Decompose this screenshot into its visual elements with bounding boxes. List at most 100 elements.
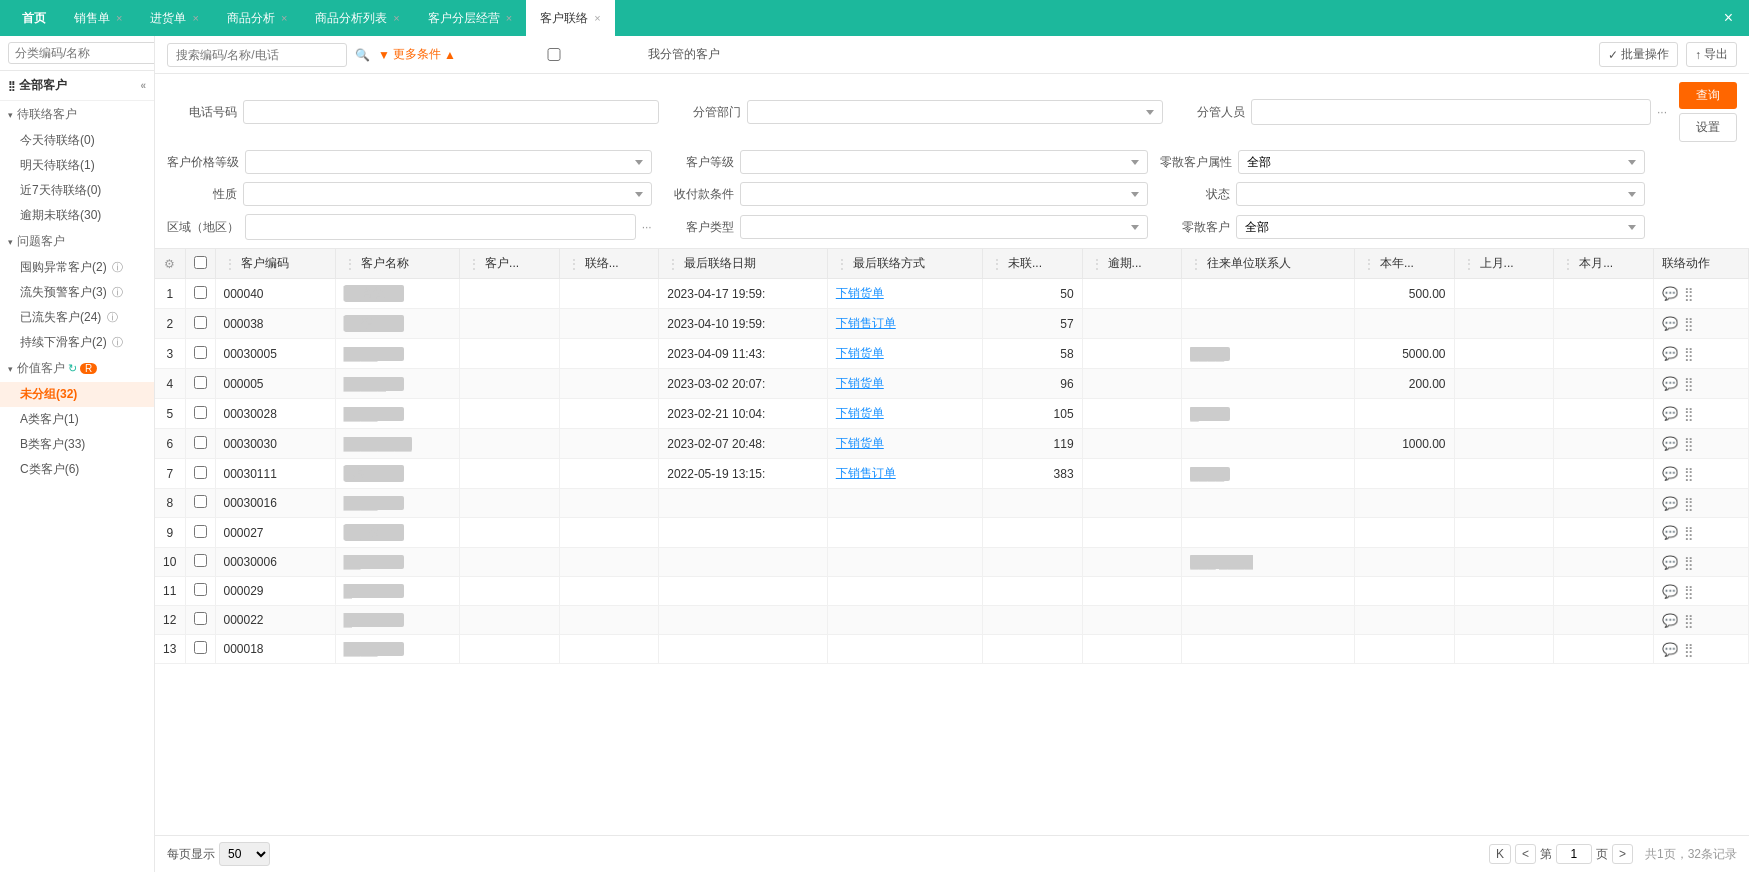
all-customers-header[interactable]: ⣿ 全部客户 «	[0, 71, 154, 101]
row-check[interactable]	[194, 316, 207, 329]
nature-select[interactable]	[243, 182, 652, 206]
nav-goods-analysis[interactable]: 商品分析 ×	[213, 0, 301, 36]
row-check[interactable]	[194, 495, 207, 508]
settings-icon[interactable]: ⚙	[164, 257, 175, 271]
cust-level-select[interactable]	[740, 150, 1149, 174]
close-customer-tier-icon[interactable]: ×	[506, 12, 512, 24]
cust-type-select[interactable]	[740, 215, 1149, 239]
grid-action-icon[interactable]: ⣿	[1684, 613, 1694, 628]
row-last-method[interactable]: 下销货单	[827, 279, 982, 309]
chat-icon[interactable]: 💬	[1662, 436, 1678, 451]
close-customer-contact-icon[interactable]: ×	[594, 12, 600, 24]
attr-select[interactable]: 全部	[1238, 150, 1645, 174]
search-input[interactable]	[167, 43, 347, 67]
chat-icon[interactable]: 💬	[1662, 642, 1678, 657]
grid-action-icon[interactable]: ⣿	[1684, 436, 1694, 451]
refresh-icon[interactable]: ↻	[68, 362, 77, 375]
row-last-method[interactable]: 下销货单	[827, 369, 982, 399]
row-checkbox[interactable]	[185, 399, 215, 429]
row-last-method[interactable]: 下销货单	[827, 429, 982, 459]
pending-group-header[interactable]: ▾ 待联络客户	[0, 101, 154, 128]
sidebar-item-lost-warning[interactable]: 流失预警客户(3) ⓘ	[0, 280, 154, 305]
grid-action-icon[interactable]: ⣿	[1684, 406, 1694, 421]
retail-select[interactable]: 全部	[1236, 215, 1645, 239]
region-input[interactable]	[245, 214, 636, 240]
page-number-input[interactable]	[1556, 844, 1592, 864]
row-last-method[interactable]	[827, 489, 982, 518]
payment-select[interactable]	[740, 182, 1149, 206]
row-checkbox[interactable]	[185, 459, 215, 489]
sidebar-item-lost[interactable]: 已流失客户(24) ⓘ	[0, 305, 154, 330]
grid-action-icon[interactable]: ⣿	[1684, 525, 1694, 540]
first-page-btn[interactable]: K	[1489, 844, 1511, 864]
price-level-select[interactable]	[245, 150, 652, 174]
sidebar-item-tomorrow[interactable]: 明天待联络(1)	[0, 153, 154, 178]
row-check[interactable]	[194, 641, 207, 654]
last-method-link[interactable]: 下销售订单	[836, 466, 896, 480]
nav-sales[interactable]: 销售单 ×	[60, 0, 136, 36]
row-check[interactable]	[194, 406, 207, 419]
grid-action-icon[interactable]: ⣿	[1684, 286, 1694, 301]
chat-icon[interactable]: 💬	[1662, 555, 1678, 570]
row-last-method[interactable]	[827, 577, 982, 606]
select-all-checkbox[interactable]	[194, 256, 207, 269]
problem-group-header[interactable]: ▾ 问题客户	[0, 228, 154, 255]
last-method-link[interactable]: 下销货单	[836, 346, 884, 360]
row-checkbox[interactable]	[185, 279, 215, 309]
row-check[interactable]	[194, 525, 207, 538]
more-conditions-btn[interactable]: ▼ 更多条件 ▲	[378, 46, 456, 63]
my-customers-check[interactable]	[464, 48, 644, 61]
row-checkbox[interactable]	[185, 518, 215, 548]
query-btn[interactable]: 查询	[1679, 82, 1737, 109]
chat-icon[interactable]: 💬	[1662, 376, 1678, 391]
sidebar-item-today[interactable]: 今天待联络(0)	[0, 128, 154, 153]
nav-purchase[interactable]: 进货单 ×	[136, 0, 212, 36]
row-check[interactable]	[194, 436, 207, 449]
row-last-method[interactable]	[827, 548, 982, 577]
row-checkbox[interactable]	[185, 429, 215, 459]
reset-btn[interactable]: 设置	[1679, 113, 1737, 142]
nav-customer-tier[interactable]: 客户分层经营 ×	[414, 0, 526, 36]
row-last-method[interactable]: 下销货单	[827, 339, 982, 369]
last-method-link[interactable]: 下销货单	[836, 406, 884, 420]
nav-home[interactable]: 首页	[8, 0, 60, 36]
grid-action-icon[interactable]: ⣿	[1684, 376, 1694, 391]
last-method-link[interactable]: 下销售订单	[836, 316, 896, 330]
prev-page-btn[interactable]: <	[1515, 844, 1536, 864]
sidebar-item-abnormal[interactable]: 囤购异常客户(2) ⓘ	[0, 255, 154, 280]
phone-input[interactable]	[243, 100, 659, 124]
page-size-select[interactable]: 50 100	[219, 842, 270, 866]
grid-action-icon[interactable]: ⣿	[1684, 346, 1694, 361]
value-group-header[interactable]: ▾ 价值客户 ↻ R	[0, 355, 154, 382]
row-checkbox[interactable]	[185, 635, 215, 664]
sidebar-item-7days[interactable]: 近7天待联络(0)	[0, 178, 154, 203]
row-checkbox[interactable]	[185, 309, 215, 339]
close-purchase-icon[interactable]: ×	[192, 12, 198, 24]
row-check[interactable]	[194, 583, 207, 596]
nav-goods-list[interactable]: 商品分析列表 ×	[301, 0, 413, 36]
status-select[interactable]	[1236, 182, 1645, 206]
row-checkbox[interactable]	[185, 548, 215, 577]
last-method-link[interactable]: 下销货单	[836, 286, 884, 300]
my-customers-checkbox[interactable]: 我分管的客户	[464, 46, 720, 63]
sidebar-search-input[interactable]	[8, 42, 155, 64]
last-method-link[interactable]: 下销货单	[836, 436, 884, 450]
person-input[interactable]	[1251, 99, 1651, 125]
row-last-method[interactable]: 下销售订单	[827, 459, 982, 489]
export-btn[interactable]: ↑ 导出	[1686, 42, 1737, 67]
row-check[interactable]	[194, 346, 207, 359]
row-checkbox[interactable]	[185, 489, 215, 518]
chat-icon[interactable]: 💬	[1662, 466, 1678, 481]
row-last-method[interactable]: 下销货单	[827, 399, 982, 429]
chat-icon[interactable]: 💬	[1662, 525, 1678, 540]
collapse-sidebar-icon[interactable]: «	[140, 80, 146, 91]
sidebar-item-declining[interactable]: 持续下滑客户(2) ⓘ	[0, 330, 154, 355]
row-checkbox[interactable]	[185, 369, 215, 399]
row-checkbox[interactable]	[185, 339, 215, 369]
row-check[interactable]	[194, 466, 207, 479]
chat-icon[interactable]: 💬	[1662, 316, 1678, 331]
row-check[interactable]	[194, 286, 207, 299]
dept-select[interactable]	[747, 100, 1163, 124]
batch-op-btn[interactable]: ✓ 批量操作	[1599, 42, 1678, 67]
sidebar-item-c-class[interactable]: C类客户(6)	[0, 457, 154, 482]
